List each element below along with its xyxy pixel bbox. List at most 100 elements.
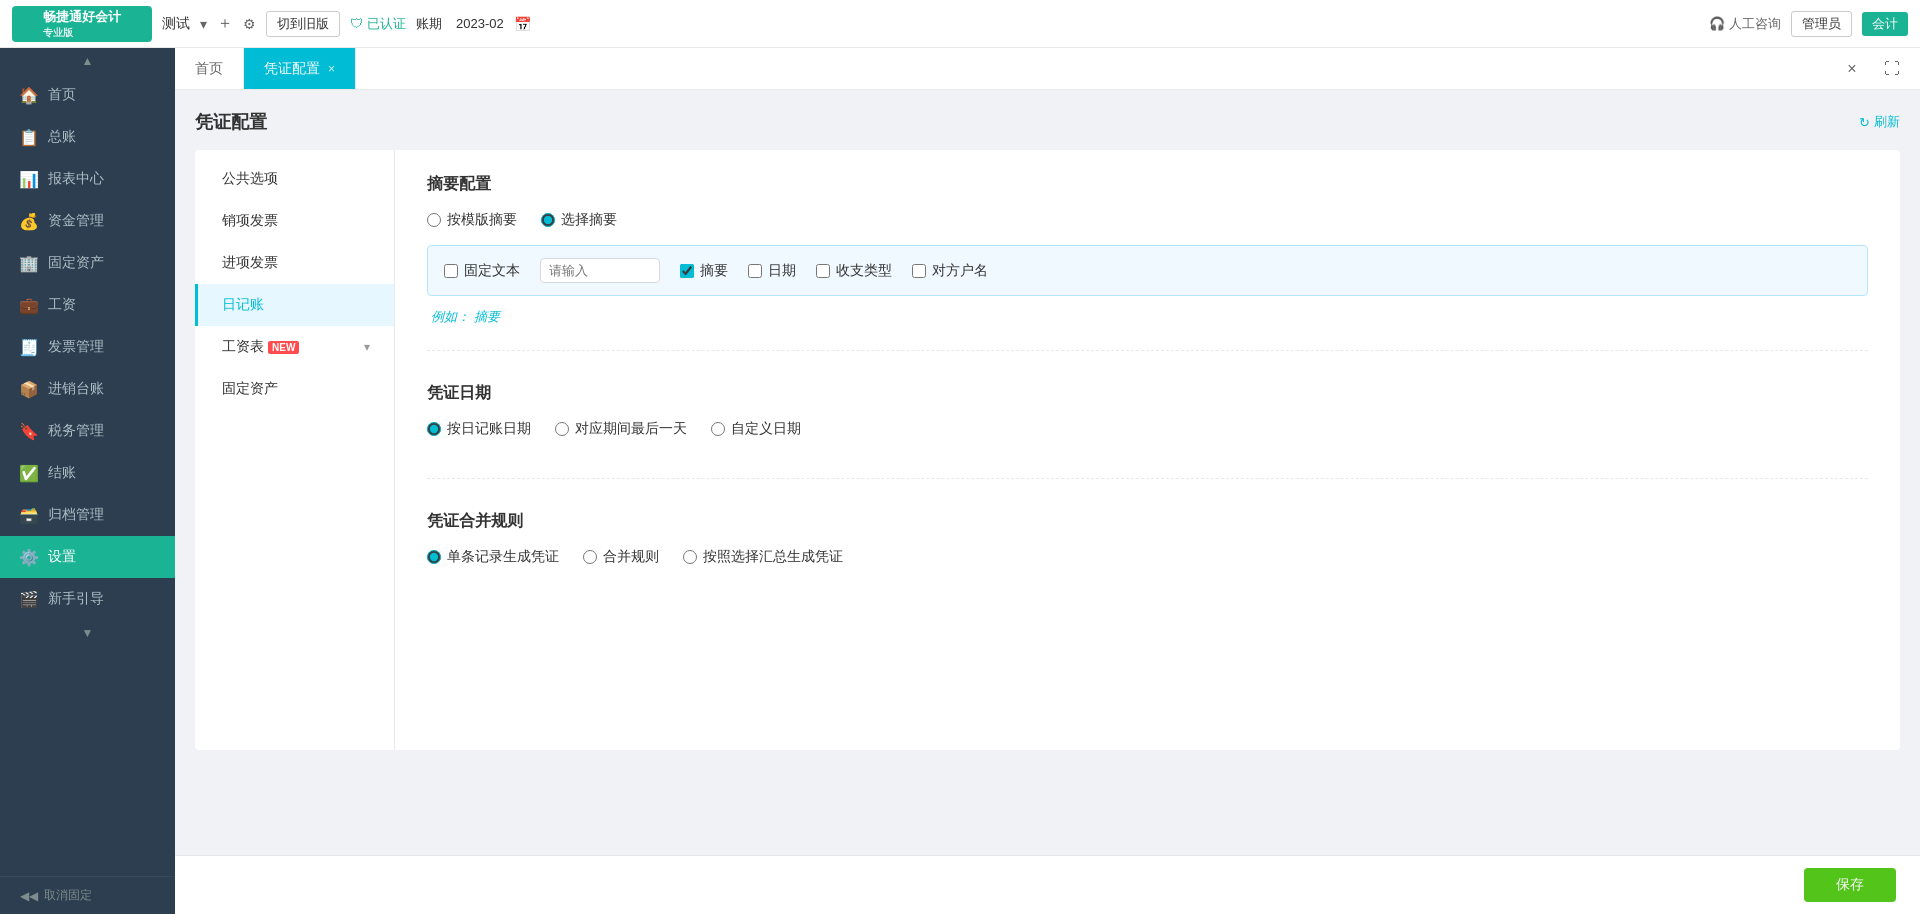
radio-template-summary[interactable]: 按模版摘要 [427, 211, 517, 229]
sidebar-scroll-up[interactable]: ▲ [0, 48, 175, 74]
config-sidebar-item-public[interactable]: 公共选项 [195, 158, 394, 200]
counterpart-checkbox[interactable]: 对方户名 [912, 262, 988, 280]
config-sidebar-item-journal[interactable]: 日记账 [195, 284, 394, 326]
radio-merge-rule[interactable]: 合并规则 [583, 548, 659, 566]
tab-right-buttons: × ⛶ [1836, 53, 1920, 85]
sidebar-item-sales[interactable]: 📦 进销台账 [0, 368, 175, 410]
sidebar-item-archive[interactable]: 🗃️ 归档管理 [0, 494, 175, 536]
summary-checkbox-input[interactable] [680, 264, 694, 278]
sidebar-item-label: 报表中心 [48, 170, 104, 188]
chevron-down-icon: ▾ [364, 340, 370, 354]
example-text: 例如： 摘要 [427, 308, 1868, 326]
headset-icon: 🎧 [1709, 16, 1725, 31]
sales-icon: 📦 [20, 380, 38, 398]
merge-radio-group: 单条记录生成凭证 合并规则 按照选择汇总生成凭证 [427, 548, 1868, 566]
ledger-icon: 📋 [20, 128, 38, 146]
sidebar-item-settings[interactable]: ⚙️ 设置 [0, 536, 175, 578]
radio-journal-date[interactable]: 按日记账日期 [427, 420, 531, 438]
date-checkbox[interactable]: 日期 [748, 262, 796, 280]
switch-old-btn[interactable]: 切到旧版 [266, 11, 340, 37]
logo-line1: 畅捷通好会计 [43, 8, 121, 26]
radio-journal-date-input[interactable] [427, 422, 441, 436]
checkout-icon: ✅ [20, 464, 38, 482]
summary-checkbox[interactable]: 摘要 [680, 262, 728, 280]
content-area: 首页 凭证配置 × × ⛶ 凭证配置 ↻ 刷新 [175, 48, 1920, 914]
sidebar-item-assets[interactable]: 🏢 固定资产 [0, 242, 175, 284]
cancel-fixed-btn[interactable]: ◀◀ 取消固定 [0, 876, 175, 914]
sidebar-item-tax[interactable]: 🔖 税务管理 [0, 410, 175, 452]
fixed-text-checkbox-input[interactable] [444, 264, 458, 278]
income-type-checkbox[interactable]: 收支类型 [816, 262, 892, 280]
sidebar-item-label: 发票管理 [48, 338, 104, 356]
logo-line2: 专业版 [43, 26, 121, 40]
config-sidebar-item-fixed-assets[interactable]: 固定资产 [195, 368, 394, 410]
date-checkbox-input[interactable] [748, 264, 762, 278]
config-main: 摘要配置 按模版摘要 选择摘要 [395, 150, 1900, 750]
refresh-icon: ↻ [1859, 115, 1870, 130]
config-sidebar-item-sales-invoice[interactable]: 销项发票 [195, 200, 394, 242]
radio-summary-voucher[interactable]: 按照选择汇总生成凭证 [683, 548, 843, 566]
radio-summary-voucher-input[interactable] [683, 550, 697, 564]
sidebar-item-funds[interactable]: 💰 资金管理 [0, 200, 175, 242]
page-footer: 保存 [175, 855, 1920, 914]
period-value: 2023-02 [456, 16, 504, 31]
pin-icon: ◀◀ [20, 889, 38, 903]
sidebar-item-payroll[interactable]: 💼 工资 [0, 284, 175, 326]
sidebar-scroll-down[interactable]: ▼ [0, 620, 175, 646]
save-btn[interactable]: 保存 [1804, 868, 1896, 902]
radio-period-last-day[interactable]: 对应期间最后一天 [555, 420, 687, 438]
date-radio-group: 按日记账日期 对应期间最后一天 自定义日期 [427, 420, 1868, 438]
tab-close-icon[interactable]: × [328, 62, 335, 76]
fixed-text-checkbox[interactable]: 固定文本 [444, 262, 520, 280]
add-icon[interactable]: ＋ [217, 13, 233, 34]
config-sidebar-item-purchase-invoice[interactable]: 进项发票 [195, 242, 394, 284]
admin-btn[interactable]: 管理员 [1791, 11, 1852, 37]
close-window-btn[interactable]: × [1836, 53, 1868, 85]
sidebar-item-label: 税务管理 [48, 422, 104, 440]
expand-window-btn[interactable]: ⛶ [1876, 53, 1908, 85]
radio-single-record-input[interactable] [427, 550, 441, 564]
project-name: 测试 [162, 15, 190, 33]
refresh-btn[interactable]: ↻ 刷新 [1859, 113, 1900, 131]
sidebar-item-label: 进销台账 [48, 380, 104, 398]
new-badge: NEW [268, 341, 299, 354]
sidebar-item-guide[interactable]: 🎬 新手引导 [0, 578, 175, 620]
invoice-icon: 🧾 [20, 338, 38, 356]
radio-select-summary[interactable]: 选择摘要 [541, 211, 617, 229]
radio-template-summary-input[interactable] [427, 213, 441, 227]
sidebar-item-ledger[interactable]: 📋 总账 [0, 116, 175, 158]
radio-single-record[interactable]: 单条记录生成凭证 [427, 548, 559, 566]
consult-btn[interactable]: 🎧 人工咨询 [1709, 15, 1781, 33]
sidebar-item-label: 工资 [48, 296, 76, 314]
radio-custom-date-input[interactable] [711, 422, 725, 436]
page-title: 凭证配置 [195, 110, 267, 134]
sidebar-item-report[interactable]: 📊 报表中心 [0, 158, 175, 200]
calendar-icon[interactable]: 📅 [514, 16, 531, 32]
summary-radio-group: 按模版摘要 选择摘要 [427, 211, 1868, 229]
fixed-text-input[interactable] [540, 258, 660, 283]
tab-voucher-config[interactable]: 凭证配置 × [244, 48, 356, 89]
summary-section: 摘要配置 按模版摘要 选择摘要 [427, 174, 1868, 351]
radio-select-summary-input[interactable] [541, 213, 555, 227]
sidebar-item-label: 新手引导 [48, 590, 104, 608]
tab-home[interactable]: 首页 [175, 48, 244, 89]
sidebar-item-home[interactable]: 🏠 首页 [0, 74, 175, 116]
sidebar-item-label: 固定资产 [48, 254, 104, 272]
merge-section-title: 凭证合并规则 [427, 511, 1868, 532]
income-type-checkbox-input[interactable] [816, 264, 830, 278]
sidebar-item-label: 总账 [48, 128, 76, 146]
counterpart-checkbox-input[interactable] [912, 264, 926, 278]
topbar: 畅捷通好会计 专业版 测试 ▾ ＋ ⚙ 切到旧版 🛡 已认证 账期 2023-0… [0, 0, 1920, 48]
config-sidebar-item-payroll-table[interactable]: 工资表 NEW ▾ [195, 326, 394, 368]
radio-period-last-day-input[interactable] [555, 422, 569, 436]
accountant-btn[interactable]: 会计 [1862, 12, 1908, 36]
config-sidebar: 公共选项 销项发票 进项发票 日记账 工资表 NEW ▾ [195, 150, 395, 750]
project-dropdown-icon[interactable]: ▾ [200, 16, 207, 32]
payroll-icon: 💼 [20, 296, 38, 314]
radio-merge-rule-input[interactable] [583, 550, 597, 564]
sidebar-item-checkout[interactable]: ✅ 结账 [0, 452, 175, 494]
sidebar-item-invoice[interactable]: 🧾 发票管理 [0, 326, 175, 368]
settings-icon[interactable]: ⚙ [243, 16, 256, 32]
guide-icon: 🎬 [20, 590, 38, 608]
radio-custom-date[interactable]: 自定义日期 [711, 420, 801, 438]
